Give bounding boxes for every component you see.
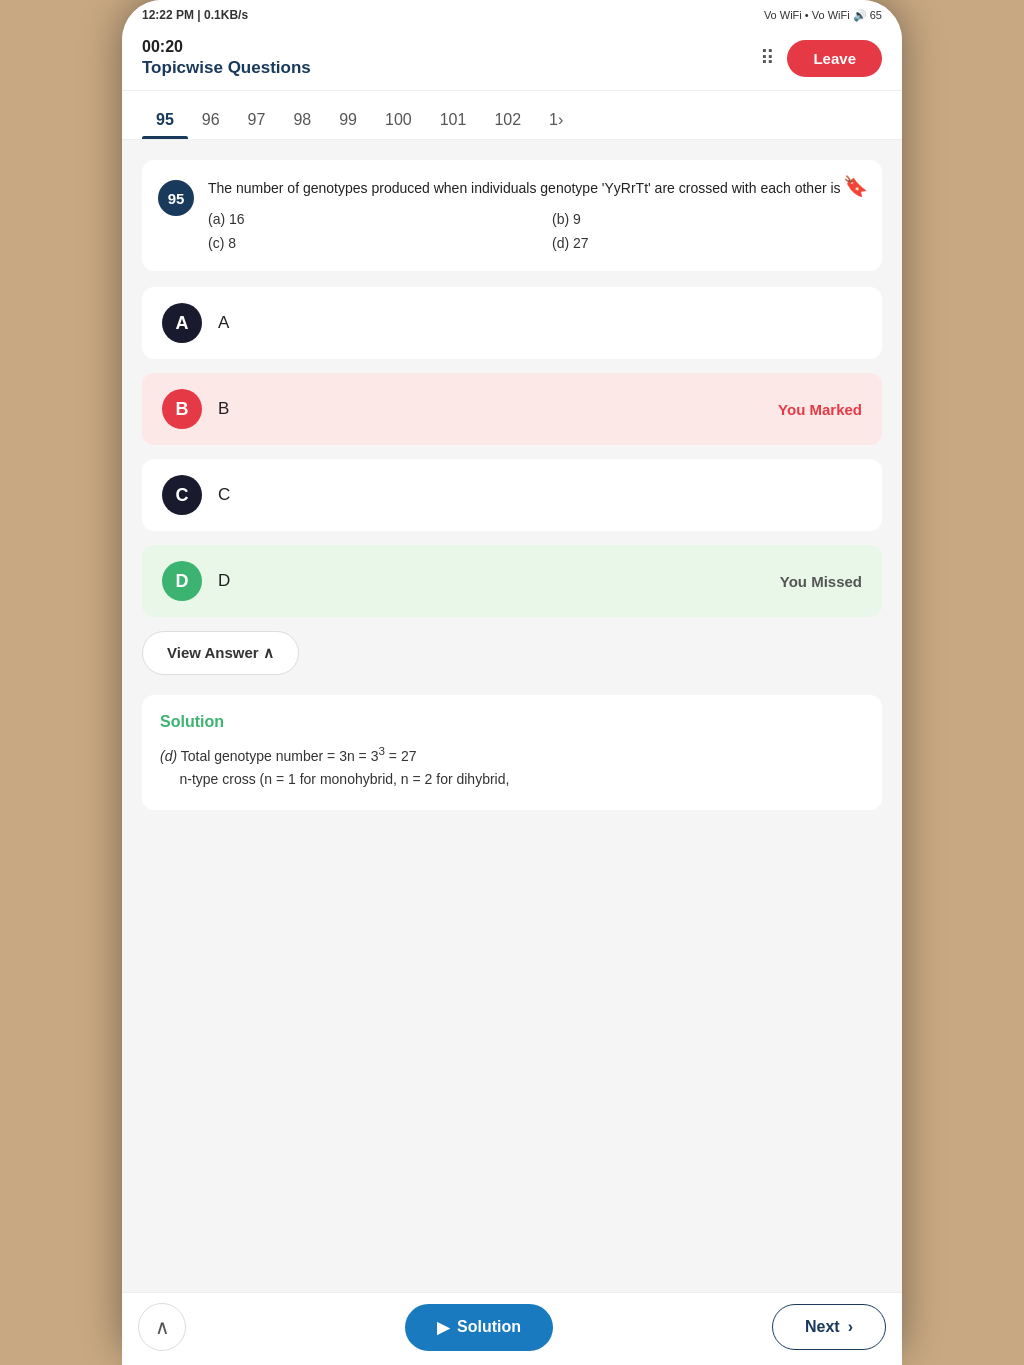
question-num-100[interactable]: 100 — [371, 103, 426, 139]
option-c-label: C — [218, 485, 230, 505]
question-num-96[interactable]: 96 — [188, 103, 234, 139]
option-d-label: D — [218, 571, 230, 591]
answer-option-d[interactable]: D D You Missed — [142, 545, 882, 617]
status-network: Vo WiFi • Vo WiFi 🔊 65 — [764, 9, 882, 22]
question-card: 95 The number of genotypes produced when… — [142, 160, 882, 271]
question-num-102[interactable]: 102 — [480, 103, 535, 139]
option-d-status: You Missed — [780, 573, 862, 590]
question-number-badge: 95 — [158, 180, 194, 216]
option-c-text: (c) 8 — [208, 233, 522, 253]
next-button[interactable]: Next › — [772, 1304, 886, 1350]
option-a-text: (a) 16 — [208, 209, 522, 229]
option-a-label: A — [218, 313, 229, 333]
dots-icon[interactable]: ⠿ — [760, 46, 775, 70]
option-b-text: (b) 9 — [552, 209, 866, 229]
header-title: Topicwise Questions — [142, 58, 311, 78]
question-num-97[interactable]: 97 — [234, 103, 280, 139]
header-right: ⠿ Leave — [760, 40, 882, 77]
app-header: 00:20 Topicwise Questions ⠿ Leave — [122, 28, 902, 91]
scroll-up-button[interactable]: ∧ — [138, 1303, 186, 1351]
option-c-circle: C — [162, 475, 202, 515]
question-options: (a) 16 (b) 9 (c) 8 (d) 27 — [208, 209, 866, 253]
question-numbers-row: 95 96 97 98 99 100 101 102 1› — [122, 91, 902, 140]
question-num-99[interactable]: 99 — [325, 103, 371, 139]
answer-option-b[interactable]: B B You Marked — [142, 373, 882, 445]
play-icon: ▶ — [437, 1318, 449, 1337]
next-chevron-icon: › — [848, 1318, 853, 1336]
header-left: 00:20 Topicwise Questions — [142, 38, 311, 78]
question-num-95[interactable]: 95 — [142, 103, 188, 139]
status-bar: 12:22 PM | 0.1KB/s Vo WiFi • Vo WiFi 🔊 6… — [122, 0, 902, 28]
option-d-text: (d) 27 — [552, 233, 866, 253]
answer-option-c[interactable]: C C — [142, 459, 882, 531]
up-icon: ∧ — [155, 1315, 170, 1339]
option-b-label: B — [218, 399, 229, 419]
option-b-circle: B — [162, 389, 202, 429]
bottom-bar: ∧ ▶ Solution Next › — [122, 1292, 902, 1365]
option-a-circle: A — [162, 303, 202, 343]
question-num-98[interactable]: 98 — [279, 103, 325, 139]
main-content: 95 The number of genotypes produced when… — [122, 140, 902, 926]
solution-title: Solution — [160, 713, 864, 731]
timer: 00:20 — [142, 38, 311, 56]
status-time: 12:22 PM | 0.1KB/s — [142, 8, 248, 22]
answer-option-a[interactable]: A A — [142, 287, 882, 359]
solution-text: (d) Total genotype number = 3n = 33 = 27… — [160, 741, 864, 792]
bookmark-icon[interactable]: 🔖 — [843, 174, 868, 198]
solution-button[interactable]: ▶ Solution — [405, 1304, 553, 1351]
option-d-circle: D — [162, 561, 202, 601]
question-text: The number of genotypes produced when in… — [208, 178, 866, 199]
leave-button[interactable]: Leave — [787, 40, 882, 77]
question-num-more[interactable]: 1› — [535, 103, 577, 139]
question-num-101[interactable]: 101 — [426, 103, 481, 139]
view-answer-button[interactable]: View Answer ∧ — [142, 631, 299, 675]
option-b-status: You Marked — [778, 401, 862, 418]
question-content: The number of genotypes produced when in… — [208, 178, 866, 253]
solution-section: Solution (d) Total genotype number = 3n … — [142, 695, 882, 810]
